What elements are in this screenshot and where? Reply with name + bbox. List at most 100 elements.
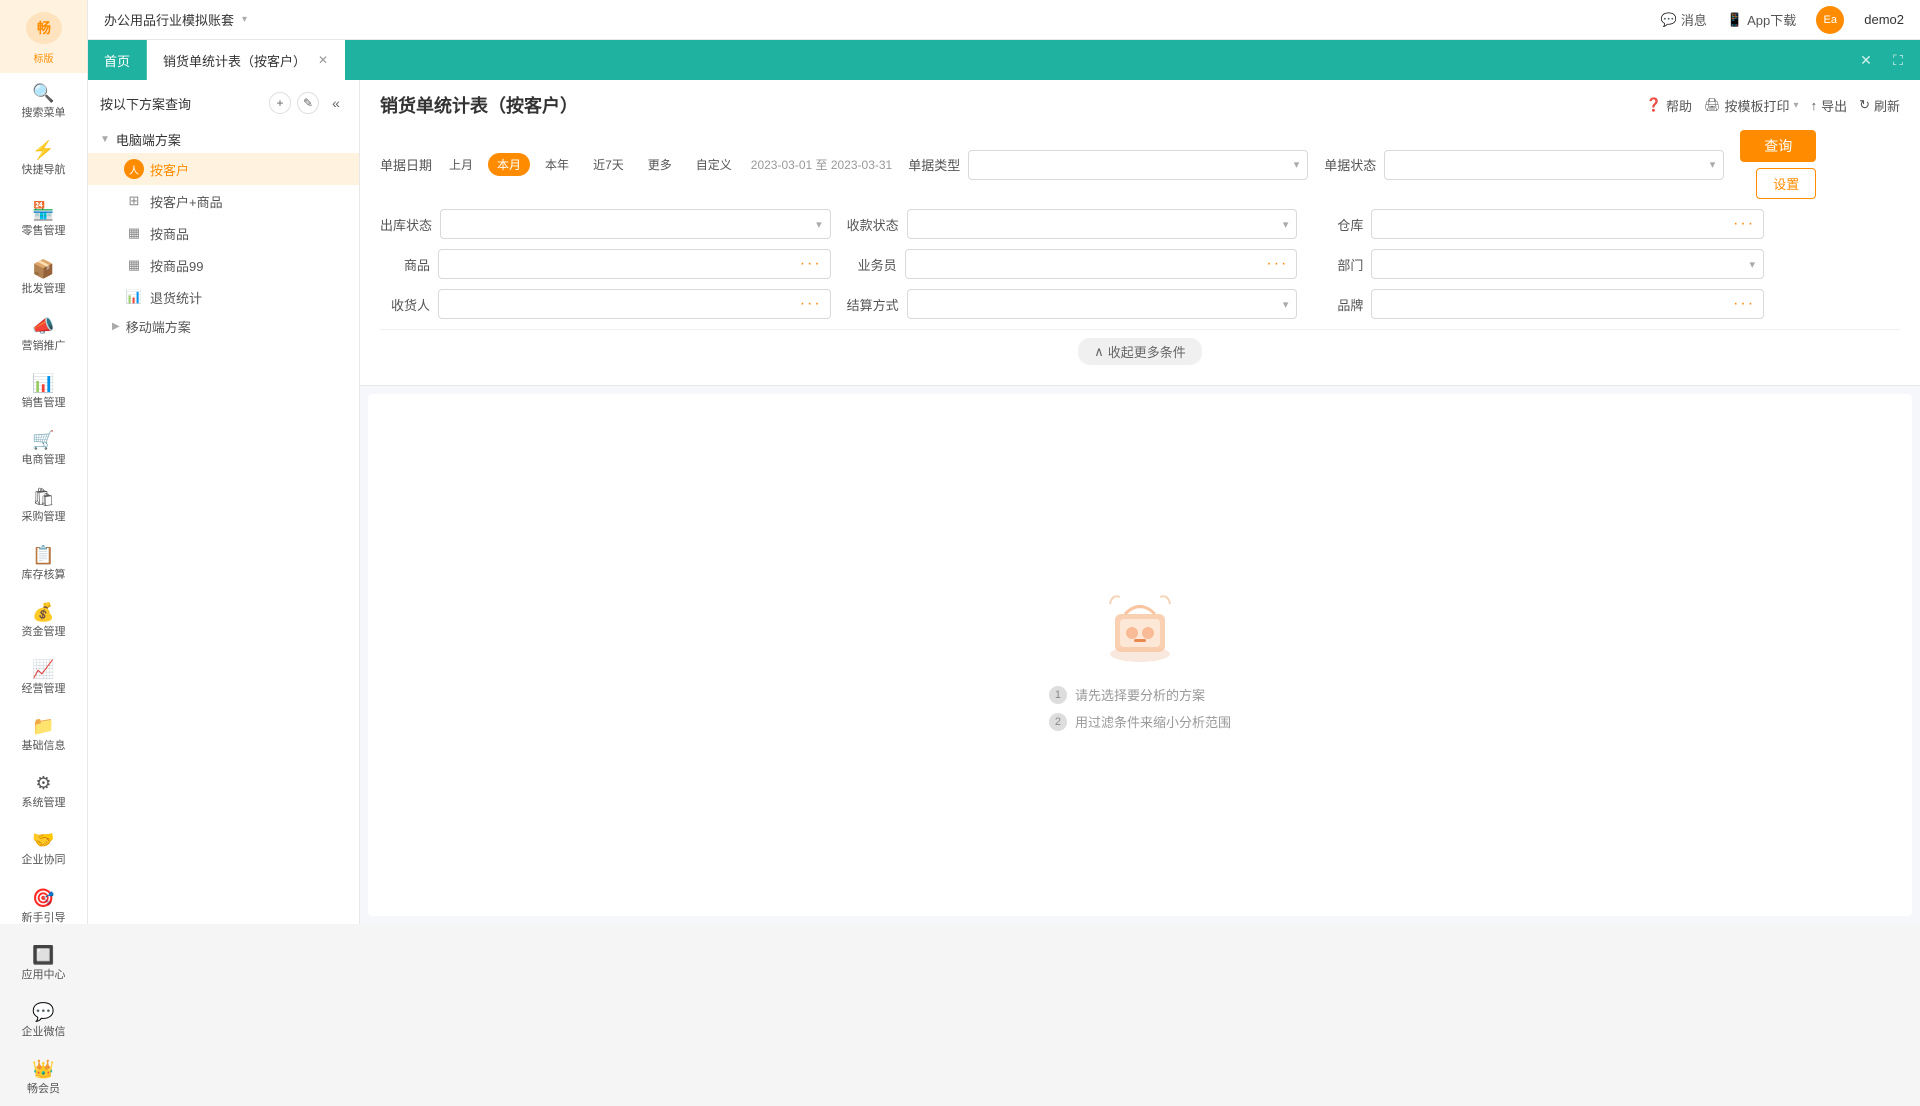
refresh-icon: ↻	[1859, 97, 1870, 113]
guide-icon: 🎯	[32, 888, 54, 909]
close-tab-btn[interactable]: ✕	[1852, 46, 1880, 74]
tree-item-return-stats[interactable]: 📊 退货统计	[88, 281, 359, 313]
sidebar-item-marketing[interactable]: 📣 营销推广	[0, 306, 87, 363]
sidebar-item-wechat[interactable]: 💬 企业微信	[0, 992, 87, 1049]
top-header-right: 💬 消息 📱 App下载 Ea demo2	[1661, 6, 1904, 34]
tree-group-mobile[interactable]: ▶ 移动端方案	[88, 313, 359, 340]
sidebar-item-wholesale[interactable]: 📦 批发管理	[0, 249, 87, 306]
add-scheme-btn[interactable]: +	[269, 92, 291, 114]
account-dropdown-icon[interactable]: ▾	[242, 14, 247, 25]
date-btn-this-month[interactable]: 本月	[488, 153, 530, 176]
sidebar-item-label-search: 搜索菜单	[22, 107, 66, 120]
collapse-more-btn[interactable]: ∧ 收起更多条件	[1078, 338, 1202, 365]
sidebar-item-finance[interactable]: 💰 资金管理	[0, 592, 87, 649]
close-icon: ✕	[1860, 52, 1872, 69]
sidebar-item-ecommerce[interactable]: 🛒 电商管理	[0, 420, 87, 477]
outbound-dropdown-icon: ▾	[816, 218, 822, 231]
purchase-icon: 🛍	[32, 487, 55, 508]
outbound-input[interactable]: ▾	[440, 209, 831, 239]
avatar[interactable]: Ea	[1816, 6, 1844, 34]
sidebar-item-retail[interactable]: 🏪 零售管理	[0, 191, 87, 248]
tree-group-desktop-label: 电脑端方案	[116, 130, 181, 149]
sidebar-item-search[interactable]: 🔍 搜索菜单	[0, 73, 87, 130]
tree-item-by-product99[interactable]: ▦ 按商品99	[88, 249, 359, 281]
content-area: 按以下方案查询 + ✎ « ▼ 电脑端方案	[88, 80, 1920, 924]
add-icon: +	[276, 96, 283, 110]
filter-row-2: 出库状态 ▾ 收款状态 ▾	[380, 209, 1900, 239]
tree-group-desktop[interactable]: ▼ 电脑端方案	[88, 126, 359, 153]
goods-field: 商品 ···	[380, 249, 831, 279]
tree-item-by-customer[interactable]: 人 按客户	[88, 153, 359, 185]
settlement-label: 结算方式	[847, 295, 899, 314]
salesperson-input[interactable]: ···	[905, 249, 1298, 279]
sidebar-item-sales[interactable]: 📊 销售管理	[0, 363, 87, 420]
refresh-btn[interactable]: ↻ 刷新	[1859, 96, 1900, 115]
type-field: 单据类型 ▾	[908, 150, 1308, 180]
outbound-field: 出库状态 ▾	[380, 209, 831, 239]
help-btn[interactable]: ❓ 帮助	[1646, 96, 1692, 115]
sidebar-item-apps[interactable]: 🔲 应用中心	[0, 935, 87, 992]
sidebar-item-shortcut[interactable]: ⚡ 快捷导航	[0, 130, 87, 187]
recipient-input[interactable]: ···	[438, 289, 831, 319]
brand-input[interactable]: ···	[1371, 289, 1764, 319]
tree-item-customer-product[interactable]: ⊞ 按客户+商品	[88, 185, 359, 217]
edit-scheme-btn[interactable]: ✎	[297, 92, 319, 114]
recipient-field: 收货人 ···	[380, 289, 831, 319]
query-button[interactable]: 查询	[1740, 130, 1816, 162]
date-btn-custom[interactable]: 自定义	[687, 153, 741, 176]
sidebar-item-member[interactable]: 👑 畅会员	[0, 1049, 87, 1106]
app-download-btn[interactable]: 📱 App下载	[1727, 10, 1796, 29]
top-header: 办公用品行业模拟账套 ▾ 💬 消息 📱 App下载 Ea demo2	[88, 0, 1920, 40]
tab-bar-actions: ✕ ⛶	[1852, 46, 1920, 74]
main-area: 办公用品行业模拟账套 ▾ 💬 消息 📱 App下载 Ea demo2 首页 销货…	[88, 0, 1920, 924]
template-print-btn[interactable]: 🖨 按模板打印 ▾	[1704, 96, 1799, 115]
warehouse-input[interactable]: ···	[1371, 209, 1764, 239]
search-icon: 🔍	[32, 83, 54, 104]
tab-home-label: 首页	[104, 51, 130, 70]
page-title-row: 销货单统计表（按客户） ❓ 帮助 🖨 按模板打印 ▾ ↑	[380, 92, 1900, 118]
sidebar-item-operations[interactable]: 📈 经营管理	[0, 649, 87, 706]
sidebar-item-system[interactable]: ⚙ 系统管理	[0, 763, 87, 820]
sidebar-item-inventory[interactable]: 📋 库存核算	[0, 535, 87, 592]
goods-input[interactable]: ···	[438, 249, 831, 279]
collapse-more-bar: ∧ 收起更多条件	[380, 329, 1900, 373]
operations-icon: 📈	[32, 659, 54, 680]
sidebar-item-label-ecommerce: 电商管理	[22, 454, 66, 467]
date-btn-last-7days[interactable]: 近7天	[584, 153, 633, 176]
dept-field: 部门 ▾	[1313, 249, 1764, 279]
recipient-label: 收货人	[380, 295, 430, 314]
filter-row-3: 商品 ··· 业务员 ···	[380, 249, 1900, 279]
collection-input[interactable]: ▾	[907, 209, 1298, 239]
message-btn[interactable]: 💬 消息	[1661, 10, 1707, 29]
dept-label: 部门	[1313, 255, 1363, 274]
retail-icon: 🏪	[32, 201, 54, 222]
sidebar-item-basic[interactable]: 📁 基础信息	[0, 706, 87, 763]
settlement-input[interactable]: ▾	[907, 289, 1298, 319]
collapse-more-label: 收起更多条件	[1108, 342, 1186, 361]
sidebar-item-purchase[interactable]: 🛍 采购管理	[0, 477, 87, 534]
date-btn-this-year[interactable]: 本年	[536, 153, 578, 176]
sidebar-item-guide[interactable]: 🎯 新手引导	[0, 878, 87, 935]
tab-close-icon[interactable]: ✕	[318, 53, 328, 67]
date-btn-last-month[interactable]: 上月	[440, 153, 482, 176]
account-title: 办公用品行业模拟账套	[104, 10, 234, 29]
tree-item-by-product[interactable]: ▦ 按商品	[88, 217, 359, 249]
dept-input[interactable]: ▾	[1371, 249, 1764, 279]
fullscreen-btn[interactable]: ⛶	[1884, 46, 1912, 74]
sidebar-item-enterprise[interactable]: 🤝 企业协同	[0, 820, 87, 877]
export-btn[interactable]: ↑ 导出	[1811, 96, 1848, 115]
empty-tips: 1 请先选择要分析的方案 2 用过滤条件来缩小分析范围	[1049, 685, 1231, 731]
sidebar-item-label-system: 系统管理	[22, 797, 66, 810]
sales-icon: 📊	[32, 373, 54, 394]
date-btn-more[interactable]: 更多	[639, 153, 681, 176]
tab-home[interactable]: 首页	[88, 40, 147, 80]
type-input[interactable]: ▾	[968, 150, 1308, 180]
app-download-label: App下载	[1747, 10, 1796, 29]
tab-sales-report[interactable]: 销货单统计表（按客户） ✕	[147, 40, 345, 80]
settings-button[interactable]: 设置	[1756, 168, 1816, 199]
status-input[interactable]: ▾	[1384, 150, 1724, 180]
collapse-panel-btn[interactable]: «	[325, 92, 347, 114]
shortcut-icon: ⚡	[32, 140, 54, 161]
left-panel-actions: + ✎ «	[269, 92, 347, 114]
brand-label: 品牌	[1313, 295, 1363, 314]
